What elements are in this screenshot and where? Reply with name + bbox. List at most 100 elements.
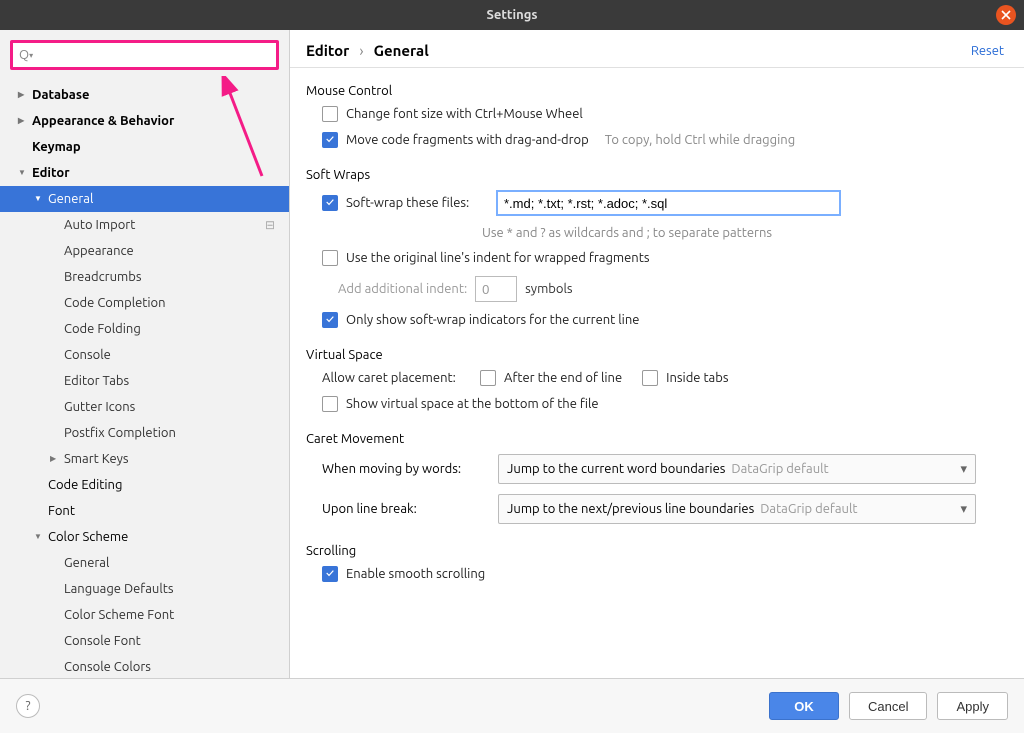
label-inside-tabs: Inside tabs [666,371,728,385]
breadcrumb-leaf: General [374,42,429,59]
input-soft-wrap-patterns[interactable] [496,190,841,216]
tree-item-label: Console Colors [64,660,151,674]
tree-item-label: Postfix Completion [64,426,176,440]
tree-item-language-defaults[interactable]: Language Defaults [0,576,289,602]
tree-item-code-completion[interactable]: Code Completion [0,290,289,316]
chevron-down-icon: ▼ [34,194,44,204]
tree-item-gutter-icons[interactable]: Gutter Icons [0,394,289,420]
tree-item-font[interactable]: Font [0,498,289,524]
label-by-words: When moving by words: [322,462,490,476]
dropdown-by-words-suffix: DataGrip default [731,462,828,476]
window-title: Settings [486,8,537,22]
tree-item-label: Color Scheme Font [64,608,174,622]
tree-item-auto-import[interactable]: Auto Import ⊟ [0,212,289,238]
reset-link[interactable]: Reset [971,44,1004,58]
chevron-down-icon: ▾ [960,462,967,477]
tree-item-code-editing[interactable]: Code Editing [0,472,289,498]
checkbox-show-virtual-space[interactable] [322,396,338,412]
tree-item-color-scheme-font[interactable]: Color Scheme Font [0,602,289,628]
ok-button[interactable]: OK [769,692,839,720]
tree-item-general[interactable]: ▼ General [0,186,289,212]
checkbox-soft-wrap-files[interactable] [322,195,338,211]
chevron-right-icon: › [359,42,363,59]
search-input[interactable] [35,48,270,63]
label-soft-wrap-files: Soft-wrap these files: [346,196,488,210]
label-only-current-line: Only show soft-wrap indicators for the c… [346,313,639,327]
tree-item-label: Code Folding [64,322,141,336]
apply-button[interactable]: Apply [937,692,1008,720]
help-button[interactable]: ? [16,694,40,718]
help-icon: ? [25,699,30,713]
label-move-code-fragments: Move code fragments with drag-and-drop [346,133,589,147]
tree-item-label: Smart Keys [64,452,129,466]
checkbox-smooth-scrolling[interactable] [322,566,338,582]
tree-item-label: Keymap [32,140,81,154]
chevron-down-icon: ▾ [960,502,967,517]
label-use-original-indent: Use the original line's indent for wrapp… [346,251,650,265]
tree-item-label: Code Editing [48,478,122,492]
tree-item-appearance[interactable]: Appearance [0,238,289,264]
dropdown-line-break-value: Jump to the next/previous line boundarie… [507,502,754,516]
dropdown-line-break[interactable]: Jump to the next/previous line boundarie… [498,494,976,524]
tree-item-label: Database [32,88,89,102]
tree-item-code-folding[interactable]: Code Folding [0,316,289,342]
hint-move-code: To copy, hold Ctrl while dragging [605,133,795,147]
tree-item-label: Auto Import [64,218,135,232]
tree-item-label: General [48,192,93,206]
checkbox-use-original-indent[interactable] [322,250,338,266]
checkbox-inside-tabs[interactable] [642,370,658,386]
settings-tree[interactable]: ▶Database▶Appearance & BehaviorKeymap▼Ed… [0,80,289,678]
chevron-right-icon: ▶ [18,116,28,126]
dropdown-by-words-value: Jump to the current word boundaries [507,462,725,476]
modified-badge-icon: ⊟ [265,218,275,232]
search-box[interactable]: Q▾ [10,40,279,70]
section-scrolling: Scrolling [306,544,1004,558]
breadcrumb-root[interactable]: Editor [306,42,349,59]
tree-item-console-font[interactable]: Console Font [0,628,289,654]
tree-item-general[interactable]: General [0,550,289,576]
section-virtual-space: Virtual Space [306,348,1004,362]
tree-item-label: Gutter Icons [64,400,135,414]
tree-item-appearance-behavior[interactable]: ▶Appearance & Behavior [0,108,289,134]
tree-item-label: Language Defaults [64,582,174,596]
label-symbols: symbols [525,282,572,296]
tree-item-editor-tabs[interactable]: Editor Tabs [0,368,289,394]
checkbox-only-current-line[interactable] [322,312,338,328]
section-soft-wraps: Soft Wraps [306,168,1004,182]
search-wrap: Q▾ [0,30,289,80]
titlebar: Settings [0,0,1024,30]
tree-item-database[interactable]: ▶Database [0,82,289,108]
search-icon: Q▾ [19,48,33,62]
tree-item-keymap[interactable]: Keymap [0,134,289,160]
label-smooth-scrolling: Enable smooth scrolling [346,567,485,581]
section-mouse-control: Mouse Control [306,84,1004,98]
chevron-right-icon: ▶ [50,454,60,464]
tree-item-color-scheme[interactable]: ▼Color Scheme [0,524,289,550]
footer: ? OK Cancel Apply [0,678,1024,733]
close-icon [1001,10,1011,20]
close-button[interactable] [996,5,1016,25]
tree-item-console-colors[interactable]: Console Colors [0,654,289,678]
input-additional-indent [475,276,517,302]
tree-item-console[interactable]: Console [0,342,289,368]
tree-item-label: Font [48,504,75,518]
label-show-virtual-space: Show virtual space at the bottom of the … [346,397,599,411]
checkbox-after-eol[interactable] [480,370,496,386]
sidebar: Q▾ ▶Database▶Appearance & BehaviorKeymap… [0,30,290,678]
dropdown-line-break-suffix: DataGrip default [760,502,857,516]
label-line-break: Upon line break: [322,502,490,516]
label-after-eol: After the end of line [504,371,622,385]
tree-item-label: Color Scheme [48,530,128,544]
checkbox-move-code-fragments[interactable] [322,132,338,148]
cancel-button[interactable]: Cancel [849,692,927,720]
tree-item-editor[interactable]: ▼Editor [0,160,289,186]
dropdown-by-words[interactable]: Jump to the current word boundaries Data… [498,454,976,484]
tree-item-smart-keys[interactable]: ▶ Smart Keys [0,446,289,472]
tree-item-postfix-completion[interactable]: Postfix Completion [0,420,289,446]
settings-body[interactable]: Mouse Control Change font size with Ctrl… [290,68,1024,678]
label-additional-indent: Add additional indent: [338,282,467,296]
label-change-font-size: Change font size with Ctrl+Mouse Wheel [346,107,583,121]
checkbox-change-font-size[interactable] [322,106,338,122]
tree-item-breadcrumbs[interactable]: Breadcrumbs [0,264,289,290]
hint-wildcards: Use * and ? as wildcards and ; to separa… [482,226,1004,240]
